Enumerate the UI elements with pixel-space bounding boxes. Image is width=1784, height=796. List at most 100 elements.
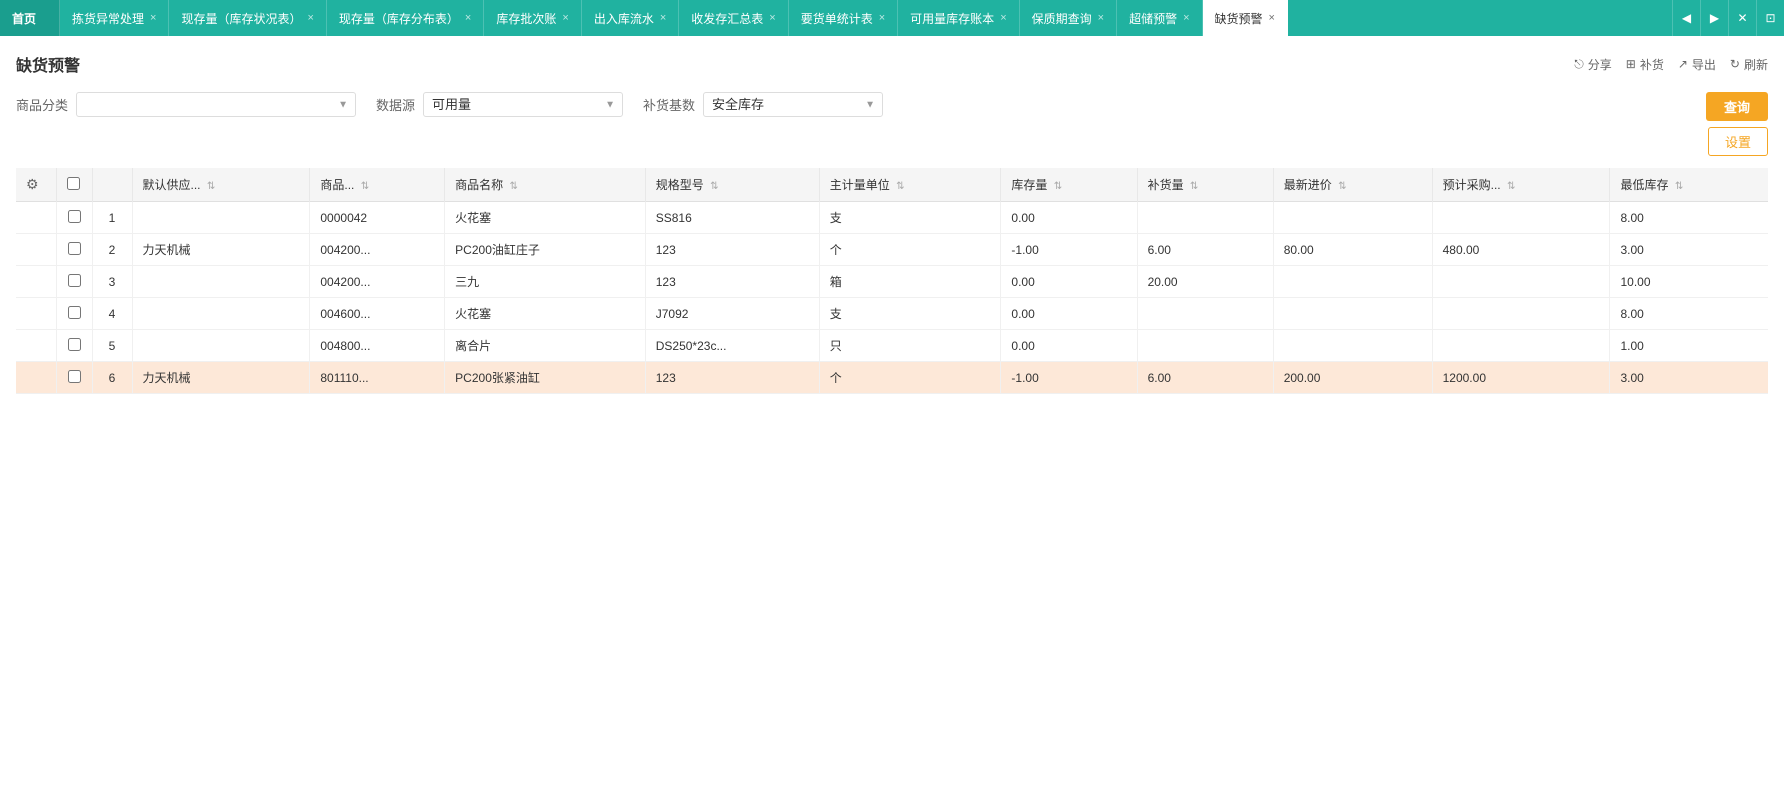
row-stock: 0.00 <box>1001 298 1137 330</box>
row-checkbox[interactable] <box>68 274 81 287</box>
row-latest-price <box>1273 298 1432 330</box>
tab-close-all-button[interactable]: ✕ <box>1728 0 1756 36</box>
row-unit: 支 <box>819 202 1001 234</box>
row-check-cell <box>56 202 92 234</box>
row-checkbox[interactable] <box>68 306 81 319</box>
replenish-basis-select[interactable]: 安全库存 <box>703 92 883 117</box>
row-checkbox[interactable] <box>68 210 81 223</box>
row-checkbox[interactable] <box>68 338 81 351</box>
row-min-stock: 1.00 <box>1610 330 1768 362</box>
th-stock[interactable]: 库存量 ⇅ <box>1001 168 1137 202</box>
table-header-row: ⚙ 默认供应... ⇅ 商品... ⇅ 商品名称 ⇅ <box>16 168 1768 202</box>
tab-order-stat-close[interactable]: × <box>879 12 885 24</box>
tab-inout-flow[interactable]: 出入库流水 × <box>582 0 679 36</box>
tab-collect-summary-label: 收发存汇总表 <box>691 10 763 27</box>
tab-batch-account[interactable]: 库存批次账 × <box>484 0 581 36</box>
row-checkbox[interactable] <box>68 370 81 383</box>
th-spec-sort-icon: ⇅ <box>710 181 718 192</box>
tab-overstock[interactable]: 超储预警 × <box>1117 0 1202 36</box>
row-replenish <box>1137 298 1273 330</box>
refresh-button[interactable]: ↻ 刷新 <box>1730 56 1768 73</box>
tab-overstock-close[interactable]: × <box>1183 12 1189 24</box>
row-replenish <box>1137 330 1273 362</box>
datasource-select[interactable]: 可用量 <box>423 92 623 117</box>
tab-batch-account-close[interactable]: × <box>562 12 568 24</box>
settings-button[interactable]: 设置 <box>1708 127 1768 156</box>
row-check-cell <box>56 266 92 298</box>
row-est-purchase <box>1432 266 1610 298</box>
replenish-icon: ⊞ <box>1626 57 1636 71</box>
category-select[interactable] <box>76 92 356 117</box>
share-button[interactable]: ⎋ 分享 <box>1574 56 1612 73</box>
tab-stock-dist-close[interactable]: × <box>465 12 471 24</box>
row-unit: 个 <box>819 362 1001 394</box>
th-min-stock[interactable]: 最低库存 ⇅ <box>1610 168 1768 202</box>
th-default-supplier[interactable]: 默认供应... ⇅ <box>132 168 310 202</box>
row-unit: 个 <box>819 234 1001 266</box>
th-replenish[interactable]: 补货量 ⇅ <box>1137 168 1273 202</box>
row-settings-cell <box>16 234 56 266</box>
export-button[interactable]: ↗ 导出 <box>1678 56 1716 73</box>
row-latest-price <box>1273 266 1432 298</box>
th-latest-price[interactable]: 最新进价 ⇅ <box>1273 168 1432 202</box>
tab-home[interactable]: 首页 <box>0 0 60 36</box>
tab-stock-status-close[interactable]: × <box>307 12 313 24</box>
select-all-checkbox[interactable] <box>67 177 80 190</box>
tab-expiry-query[interactable]: 保质期查询 × <box>1020 0 1117 36</box>
table-row: 4 004600... 火花塞 J7092 支 0.00 8.00 <box>16 298 1768 330</box>
th-product-code-label: 商品... <box>320 178 354 192</box>
row-checkbox[interactable] <box>68 242 81 255</box>
row-product-name: PC200张紧油缸 <box>445 362 646 394</box>
th-stock-label: 库存量 <box>1011 178 1047 192</box>
tab-collect-summary-close[interactable]: × <box>769 12 775 24</box>
category-select-wrap <box>76 92 356 117</box>
tab-expiry-query-label: 保质期查询 <box>1032 10 1092 27</box>
tab-shortage[interactable]: 缺货预警 × <box>1203 0 1288 36</box>
replenish-basis-label: 补货基数 <box>643 95 695 114</box>
share-label: 分享 <box>1588 56 1612 73</box>
replenish-button[interactable]: ⊞ 补货 <box>1626 56 1664 73</box>
tab-expand-button[interactable]: ⊡ <box>1756 0 1784 36</box>
tab-exception-close[interactable]: × <box>150 12 156 24</box>
tab-stock-dist[interactable]: 现存量（库存分布表） × <box>327 0 484 36</box>
row-default-supplier: 力天机械 <box>132 234 310 266</box>
th-est-purchase-sort-icon: ⇅ <box>1507 181 1515 192</box>
row-replenish <box>1137 202 1273 234</box>
row-stock: 0.00 <box>1001 202 1137 234</box>
row-product-code: 004200... <box>310 234 445 266</box>
th-product-name[interactable]: 商品名称 ⇅ <box>445 168 646 202</box>
row-min-stock: 3.00 <box>1610 234 1768 266</box>
tab-prev-button[interactable]: ◀ <box>1672 0 1700 36</box>
tab-shortage-close[interactable]: × <box>1269 12 1275 24</box>
row-default-supplier <box>132 298 310 330</box>
tab-expiry-query-close[interactable]: × <box>1098 12 1104 24</box>
row-stock: 0.00 <box>1001 330 1137 362</box>
row-unit: 支 <box>819 298 1001 330</box>
row-est-purchase: 1200.00 <box>1432 362 1610 394</box>
th-est-purchase[interactable]: 预计采购... ⇅ <box>1432 168 1610 202</box>
table-settings-icon[interactable]: ⚙ <box>26 176 39 192</box>
datasource-filter-group: 数据源 可用量 <box>376 92 623 117</box>
row-stock: -1.00 <box>1001 362 1137 394</box>
row-num: 4 <box>92 298 132 330</box>
th-product-code-sort-icon: ⇅ <box>361 181 369 192</box>
table-body: 1 0000042 火花塞 SS816 支 0.00 8.00 2 力天机械 0… <box>16 202 1768 394</box>
tab-stock-status[interactable]: 现存量（库存状况表） × <box>169 0 326 36</box>
tab-inout-flow-close[interactable]: × <box>660 12 666 24</box>
row-est-purchase <box>1432 298 1610 330</box>
row-product-name: 离合片 <box>445 330 646 362</box>
query-button[interactable]: 查询 <box>1706 92 1768 121</box>
th-spec[interactable]: 规格型号 ⇅ <box>645 168 819 202</box>
tab-available-ledger[interactable]: 可用量库存账本 × <box>898 0 1019 36</box>
table-row: 6 力天机械 801110... PC200张紧油缸 123 个 -1.00 6… <box>16 362 1768 394</box>
tab-exception[interactable]: 拣货异常处理 × <box>60 0 169 36</box>
th-product-code[interactable]: 商品... ⇅ <box>310 168 445 202</box>
tab-available-ledger-close[interactable]: × <box>1000 12 1006 24</box>
tab-next-button[interactable]: ▶ <box>1700 0 1728 36</box>
category-label: 商品分类 <box>16 95 68 114</box>
refresh-label: 刷新 <box>1744 56 1768 73</box>
th-unit[interactable]: 主计量单位 ⇅ <box>819 168 1001 202</box>
th-replenish-sort-icon: ⇅ <box>1190 181 1198 192</box>
tab-collect-summary[interactable]: 收发存汇总表 × <box>679 0 788 36</box>
tab-order-stat[interactable]: 要货单统计表 × <box>789 0 898 36</box>
